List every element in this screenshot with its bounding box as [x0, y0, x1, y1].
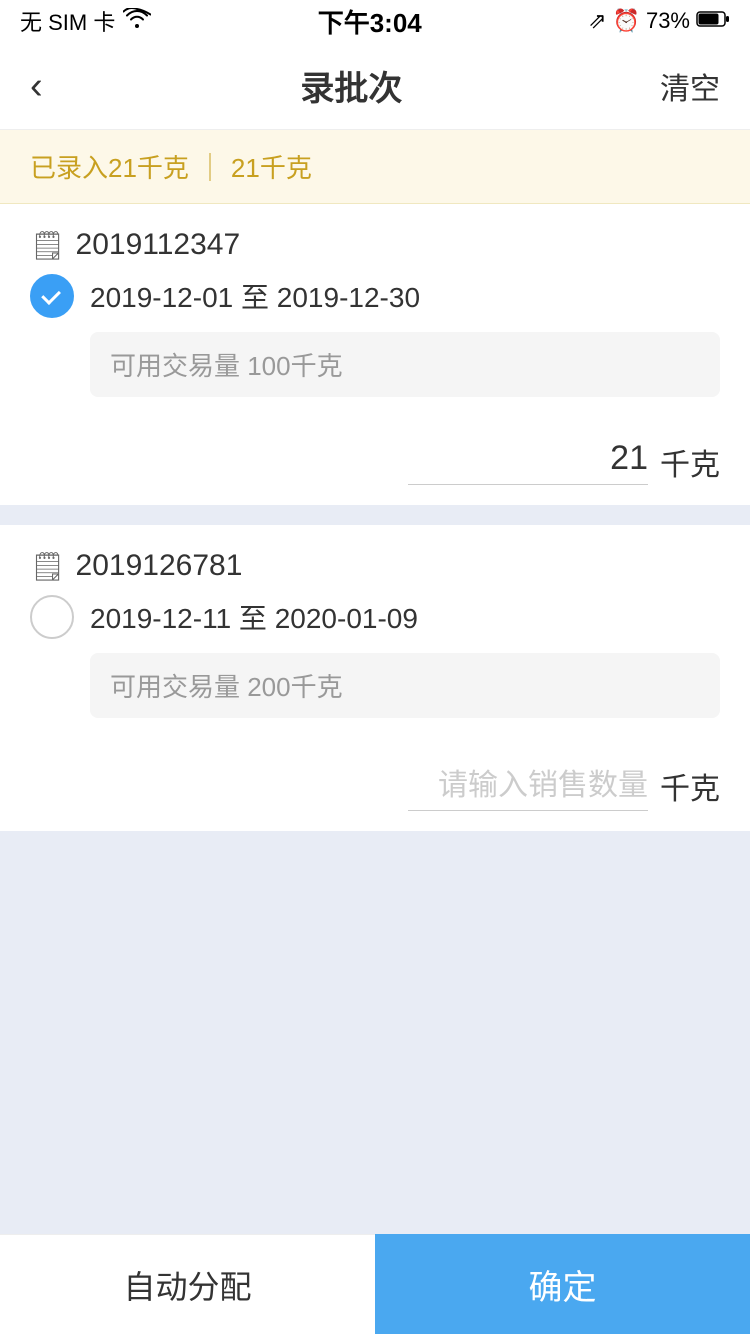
- batch1-header: 🗒 2019112347: [30, 204, 720, 262]
- status-bar: 无 SIM 卡 下午3:04 ⇗ ⏰ 73%: [0, 0, 750, 42]
- confirm-button[interactable]: 确定: [375, 1234, 750, 1334]
- batch1-underline: [408, 484, 648, 485]
- batch2-underline: [408, 810, 648, 811]
- batch1-date: 2019-12-01 至 2019-12-30: [90, 276, 420, 316]
- spacer1: [0, 485, 750, 505]
- status-left: 无 SIM 卡: [20, 5, 151, 37]
- wifi-icon: [123, 8, 151, 34]
- info-value: 21千克: [231, 148, 312, 185]
- info-divider: [209, 153, 211, 181]
- carrier-text: 无 SIM 卡: [20, 5, 115, 37]
- batch1-row[interactable]: 2019-12-01 至 2019-12-30: [30, 274, 720, 318]
- status-right: ⇗ ⏰ 73%: [588, 8, 730, 34]
- batch2-row[interactable]: 2019-12-11 至 2020-01-09: [30, 595, 720, 639]
- page-title: 录批次: [300, 61, 402, 110]
- location-icon: ⇗: [588, 8, 606, 34]
- status-time: 下午3:04: [318, 3, 422, 40]
- batch2-date: 2019-12-11 至 2020-01-09: [90, 597, 418, 637]
- section-separator: [0, 505, 750, 525]
- auto-distribute-button[interactable]: 自动分配: [0, 1234, 375, 1334]
- batch1-radio[interactable]: [30, 274, 74, 318]
- clear-button[interactable]: 清空: [660, 64, 720, 108]
- batch1-qty-underline-wrap: 21: [408, 439, 648, 485]
- info-banner: 已录入21千克 21千克: [0, 130, 750, 204]
- batch2-radio[interactable]: [30, 595, 74, 639]
- doc-icon-2: 🗒: [30, 550, 66, 583]
- doc-icon-1: 🗒: [30, 229, 66, 262]
- batch2-id: 2019126781: [76, 549, 243, 583]
- battery-icon: [696, 8, 730, 34]
- back-button[interactable]: ‹: [30, 67, 43, 105]
- auto-distribute-label: 自动分配: [123, 1262, 251, 1308]
- batch1-quantity-wrapper: 21 千克: [0, 421, 750, 505]
- batch1-quantity-value[interactable]: 21: [610, 439, 648, 478]
- batch1-available-box: 可用交易量 100千克: [90, 332, 720, 397]
- batch1-id: 2019112347: [76, 228, 241, 262]
- batch2-unit: 千克: [660, 764, 720, 808]
- batch2-qty-underline-wrap: 请输入销售数量: [408, 760, 648, 811]
- bottom-bar: 自动分配 确定: [0, 1234, 750, 1334]
- batch1-available-text: 可用交易量 100千克: [110, 351, 343, 381]
- batch1-unit: 千克: [660, 440, 720, 484]
- spacer2: [0, 811, 750, 831]
- batch2-quantity-placeholder[interactable]: 请输入销售数量: [438, 760, 648, 804]
- batch2-quantity-row: 请输入销售数量 千克: [0, 742, 750, 811]
- batch2-quantity-wrapper: 请输入销售数量 千克: [0, 742, 750, 831]
- nav-bar: ‹ 录批次 清空: [0, 42, 750, 130]
- confirm-label: 确定: [529, 1260, 597, 1309]
- batch2-available-box: 可用交易量 200千克: [90, 653, 720, 718]
- batch-item-1: 🗒 2019112347 2019-12-01 至 2019-12-30 可用交…: [0, 204, 750, 421]
- alarm-icon: ⏰: [613, 8, 640, 34]
- batch-item-2: 🗒 2019126781 2019-12-11 至 2020-01-09 可用交…: [0, 525, 750, 742]
- batch2-header: 🗒 2019126781: [30, 525, 720, 583]
- battery-text: 73%: [646, 8, 690, 34]
- batch1-quantity-row: 21 千克: [0, 421, 750, 485]
- batch2-available-text: 可用交易量 200千克: [110, 672, 343, 702]
- info-label: 已录入21千克: [30, 148, 189, 185]
- empty-area: [0, 831, 750, 1291]
